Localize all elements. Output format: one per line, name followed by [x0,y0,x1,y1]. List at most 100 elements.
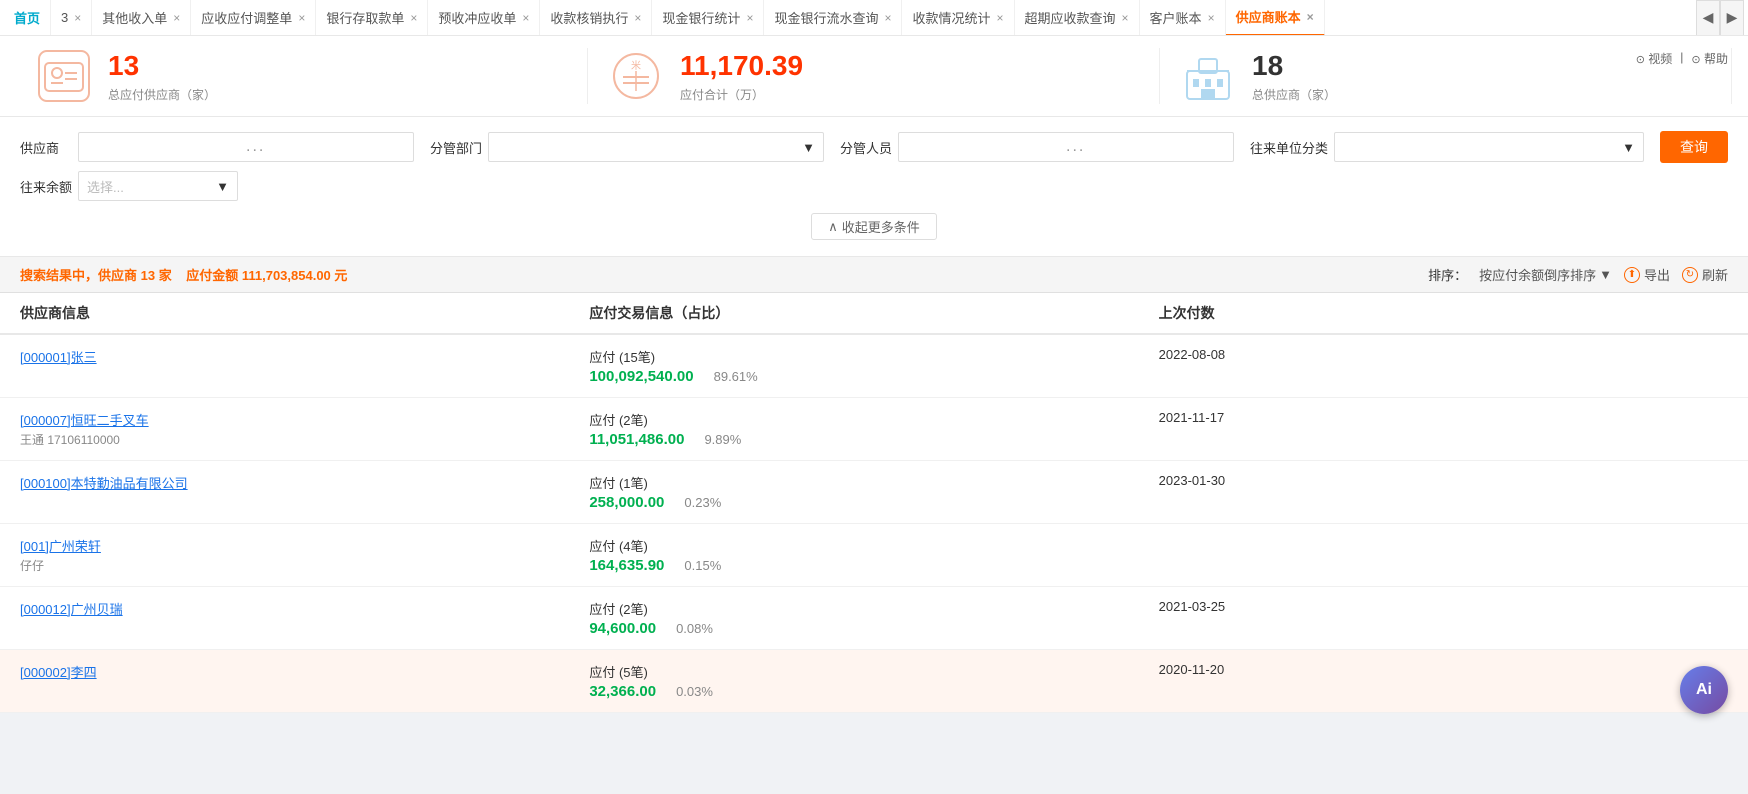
result-supplier-count: 13 [141,268,155,283]
sort-value-button[interactable]: 按应付余额倒序排序 ▼ [1479,265,1612,284]
last-payment-3: 2023-01-30 [1159,473,1728,488]
supplier-info-1: [000001]张三 [20,347,589,366]
svg-text:米: 米 [631,59,641,72]
ai-floating-button[interactable]: Ai [1680,666,1728,714]
dept-filter-label: 分管部门 [430,138,482,157]
nav-tab-bank-deposit[interactable]: 银行存取款单 × [316,0,428,36]
nav-tab-customer-account[interactable]: 客户账本 × [1140,0,1226,36]
table-area: 供应商信息 应付交易信息（占比） 上次付数 [000001]张三 应付 (15笔… [0,293,1748,713]
supplier-info-5: [000012]广州贝瑞 [20,599,589,618]
nav-tab-home[interactable]: 首页 [4,0,51,36]
supplier-info-3: [000100]本特勤油品有限公司 [20,473,589,492]
supplier-link-6[interactable]: [000002]李四 [20,662,589,681]
tab-collection-stat-close[interactable]: × [997,11,1004,25]
tab-bank-deposit-close[interactable]: × [410,11,417,25]
nav-tab-3[interactable]: 3 × [51,0,92,36]
supplier-info-4: [001]广州荣轩 仔仔 [20,536,589,574]
supplier-link-3[interactable]: [000100]本特勤油品有限公司 [20,473,589,492]
nav-tab-cash-bank-stat[interactable]: 现金银行统计 × [652,0,764,36]
tx-amount-2[interactable]: 11,051,486.00 [589,431,684,448]
supplier-link-4[interactable]: [001]广州荣轩 [20,536,589,555]
supplier-filter-label: 供应商 [20,138,72,157]
nav-tab-ap-adjust[interactable]: 应收应付调整单 × [191,0,316,36]
result-count-unit: 家 [159,268,172,283]
supplier-filter-dots-icon[interactable]: ... [246,138,405,156]
refresh-button[interactable]: ↻ 刷新 [1682,265,1728,284]
tx-amount-1[interactable]: 100,092,540.00 [589,368,693,385]
tab-supplier-account-close[interactable]: × [1307,10,1314,24]
query-button[interactable]: 查询 [1660,131,1728,163]
collapse-bar: ∧ 收起更多条件 [20,209,1728,248]
tab-advance-label: 预收冲应收单 [438,8,516,27]
nav-tab-supplier-account[interactable]: 供应商账本 × [1226,0,1325,36]
summary-bar: 13 总应付供应商（家） 米 11,170.39 应付合计（万） [0,36,1748,117]
supplier-link-1[interactable]: [000001]张三 [20,347,589,366]
sort-label: 排序： [1428,265,1467,284]
supplier-filter-input[interactable]: ... [78,132,414,162]
video-link[interactable]: ⊙ 视频 [1636,50,1673,67]
nav-tab-advance[interactable]: 预收冲应收单 × [428,0,540,36]
balance-filter-select[interactable]: 选择... ▼ [78,171,238,201]
tx-row-3: 258,000.00 0.23% [589,494,1158,511]
tx-amount-4[interactable]: 164,635.90 [589,557,664,574]
export-button[interactable]: ⬆ 导出 [1624,265,1670,284]
tx-amount-5[interactable]: 94,600.00 [589,620,656,637]
tab-other-income-label: 其他收入单 [102,8,167,27]
tx-info-2: 应付 (2笔) 11,051,486.00 9.89% [589,410,1158,448]
tx-info-1: 应付 (15笔) 100,092,540.00 89.61% [589,347,1158,385]
link-separator: | [1680,50,1683,67]
summary-card-payable-total: 米 11,170.39 应付合计（万） [588,48,1160,104]
tx-row-4: 164,635.90 0.15% [589,557,1158,574]
person-filter-dots-icon[interactable]: ... [1066,138,1225,156]
tx-label-1: 应付 (15笔) [589,347,1158,366]
card-value-payable-suppliers: 13 [108,49,567,83]
top-navigation: 首页 3 × 其他收入单 × 应收应付调整单 × 银行存取款单 × 预收冲应收单… [0,0,1748,36]
tx-info-3: 应付 (1笔) 258,000.00 0.23% [589,473,1158,511]
tab-cash-bank-stat-close[interactable]: × [746,11,753,25]
tab-overdue-query-label: 超期应收款查询 [1025,8,1116,27]
tab-cash-bank-flow-close[interactable]: × [884,11,891,25]
supplier-link-2[interactable]: [000007]恒旺二手叉车 [20,410,589,429]
nav-tab-other-income[interactable]: 其他收入单 × [92,0,191,36]
nav-next-button[interactable]: ▶ [1720,0,1744,36]
filter-item-supplier: 供应商 ... [20,132,414,162]
filter-row-1: 供应商 ... 分管部门 ▼ 分管人员 ... 往来单位分类 [20,131,1728,163]
help-link[interactable]: ⊙ 帮助 [1691,50,1728,67]
nav-prev-button[interactable]: ◀ [1696,0,1720,36]
filter-item-person: 分管人员 ... [840,132,1234,162]
tx-percent-2: 9.89% [704,432,741,447]
card-content-1: 13 总应付供应商（家） [108,49,567,104]
tx-percent-5: 0.08% [676,621,713,636]
tx-amount-3[interactable]: 258,000.00 [589,494,664,511]
last-payment-1: 2022-08-08 [1159,347,1728,362]
nav-tab-collection-stat[interactable]: 收款情况统计 × [902,0,1014,36]
tab-customer-account-label: 客户账本 [1150,8,1202,27]
summary-card-payable-suppliers: 13 总应付供应商（家） [16,48,588,104]
tab-overdue-query-close[interactable]: × [1122,11,1129,25]
tx-info-5: 应付 (2笔) 94,600.00 0.08% [589,599,1158,637]
nav-tab-collection-check[interactable]: 收款核销执行 × [540,0,652,36]
tab-customer-account-close[interactable]: × [1208,11,1215,25]
tab-collection-check-label: 收款核销执行 [550,8,628,27]
tab-ap-adjust-close[interactable]: × [298,11,305,25]
person-filter-input[interactable]: ... [898,132,1234,162]
category-filter-select[interactable]: ▼ [1334,132,1644,162]
nav-tab-cash-bank-flow[interactable]: 现金银行流水查询 × [764,0,902,36]
tx-amount-6[interactable]: 32,366.00 [589,683,656,700]
tab-advance-close[interactable]: × [522,11,529,25]
result-info: 搜索结果中，供应商 13 家 应付金额 111,703,854.00 元 [20,265,347,284]
tx-row-1: 100,092,540.00 89.61% [589,368,1158,385]
tab-other-income-close[interactable]: × [173,11,180,25]
dept-filter-select[interactable]: ▼ [488,132,824,162]
supplier-link-5[interactable]: [000012]广州贝瑞 [20,599,589,618]
tab-collection-check-close[interactable]: × [634,11,641,25]
tx-row-6: 32,366.00 0.03% [589,683,1158,700]
collapse-button[interactable]: ∧ 收起更多条件 [811,213,937,240]
filter-item-dept: 分管部门 ▼ [430,132,824,162]
nav-tab-overdue-query[interactable]: 超期应收款查询 × [1015,0,1140,36]
help-circle-icon: ⊙ [1691,54,1700,66]
tab-supplier-account-label: 供应商账本 [1236,7,1301,26]
tab-bank-deposit-label: 银行存取款单 [326,8,404,27]
card-content-2: 11,170.39 应付合计（万） [680,49,1139,104]
tab-3-close[interactable]: × [74,11,81,25]
